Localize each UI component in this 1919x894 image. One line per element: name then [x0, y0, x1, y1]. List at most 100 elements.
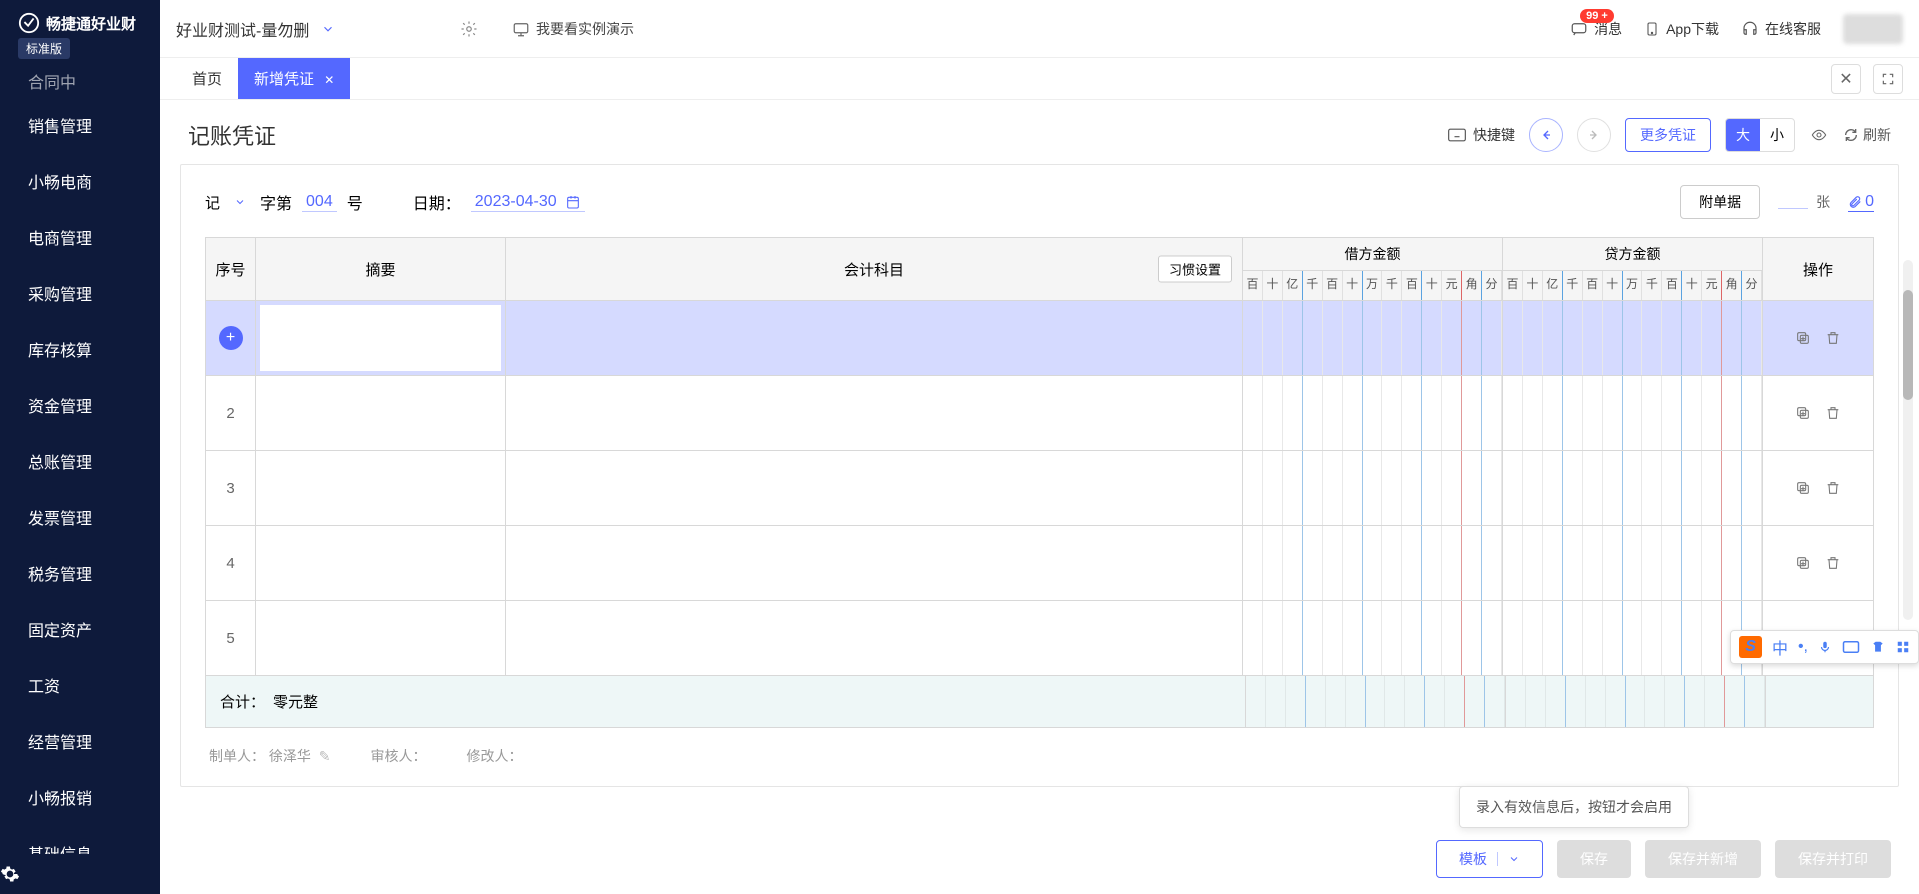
demo-link[interactable]: 我要看实例演示: [512, 19, 634, 39]
sidebar-item[interactable]: 总账管理: [0, 433, 160, 489]
debit-cell[interactable]: [1243, 526, 1503, 600]
habit-settings-button[interactable]: 习惯设置: [1158, 256, 1232, 283]
add-row-button[interactable]: +: [219, 326, 243, 350]
summary-cell[interactable]: [256, 376, 506, 450]
sidebar-item[interactable]: 销售管理: [0, 97, 160, 153]
table-row[interactable]: 5: [206, 600, 1873, 675]
scrollbar[interactable]: [1903, 260, 1913, 620]
sidebar-item[interactable]: 发票管理: [0, 489, 160, 545]
gear-icon: [0, 864, 20, 884]
user-avatar[interactable]: [1843, 14, 1903, 44]
table-header: 序号 摘要 会计科目 习惯设置 借方金额 百十亿千百十万千百十元角分 贷方金额 …: [206, 238, 1873, 300]
account-cell[interactable]: [506, 601, 1243, 675]
summary-cell[interactable]: [256, 301, 506, 375]
app-download-button[interactable]: App下载: [1644, 19, 1719, 39]
workspace-settings[interactable]: [460, 20, 478, 38]
copy-row-icon[interactable]: [1795, 405, 1811, 421]
sidebar-item[interactable]: 基础信息: [0, 825, 160, 854]
summary-cell[interactable]: [256, 526, 506, 600]
sidebar-item[interactable]: 工资: [0, 657, 160, 713]
sidebar-item[interactable]: 库存核算: [0, 321, 160, 377]
debit-cell[interactable]: [1243, 601, 1503, 675]
copy-row-icon[interactable]: [1795, 480, 1811, 496]
tab-close-icon[interactable]: ✕: [324, 73, 334, 87]
summary-input[interactable]: [260, 305, 501, 371]
sidebar-item[interactable]: 经营管理: [0, 713, 160, 769]
next-button[interactable]: [1577, 118, 1611, 152]
ime-mic-icon[interactable]: [1818, 639, 1832, 655]
credit-cell[interactable]: [1503, 451, 1763, 525]
delete-row-icon[interactable]: [1825, 555, 1841, 571]
size-large[interactable]: 大: [1726, 119, 1760, 151]
credit-cell[interactable]: [1503, 301, 1763, 375]
prev-button[interactable]: [1529, 118, 1563, 152]
topbar-right: 99 + 消息 App下载 在线客服: [1570, 14, 1903, 44]
sidebar-item[interactable]: 资金管理: [0, 377, 160, 433]
sidebar-item[interactable]: 税务管理: [0, 545, 160, 601]
tab-new-voucher[interactable]: 新增凭证 ✕: [238, 58, 350, 99]
th-seq: 序号: [206, 238, 256, 300]
workspace-selector[interactable]: 好业财测试-量勿删: [176, 17, 446, 41]
more-vouchers-button[interactable]: 更多凭证: [1625, 118, 1711, 152]
credit-cell[interactable]: [1503, 376, 1763, 450]
sidebar-item[interactable]: 合同中: [0, 65, 160, 97]
ime-punct-icon[interactable]: •,: [1798, 638, 1808, 656]
account-cell[interactable]: [506, 526, 1243, 600]
service-button[interactable]: 在线客服: [1741, 19, 1821, 39]
ime-grid-icon[interactable]: [1896, 640, 1910, 654]
row-seq: 2: [206, 376, 256, 450]
sidebar-settings[interactable]: [0, 854, 160, 894]
ime-toolbar[interactable]: S 中 •,: [1730, 630, 1919, 664]
debit-cell[interactable]: [1243, 451, 1503, 525]
attachment-link[interactable]: 0: [1848, 193, 1874, 212]
table-row[interactable]: 3: [206, 450, 1873, 525]
debit-cell[interactable]: [1243, 376, 1503, 450]
footer-actions: 模板 保存 保存并新增 保存并打印: [1436, 840, 1891, 878]
summary-cell[interactable]: [256, 601, 506, 675]
sheets-input[interactable]: [1778, 195, 1808, 209]
th-account: 会计科目 习惯设置: [506, 238, 1243, 300]
sidebar-item[interactable]: 小畅报销: [0, 769, 160, 825]
size-small[interactable]: 小: [1760, 119, 1794, 151]
template-button[interactable]: 模板: [1436, 840, 1543, 878]
chevron-down-icon[interactable]: [234, 196, 246, 208]
sidebar-item[interactable]: 固定资产: [0, 601, 160, 657]
row-ops: [1763, 301, 1873, 375]
credit-cell[interactable]: [1503, 526, 1763, 600]
scrollbar-thumb[interactable]: [1903, 290, 1913, 400]
delete-row-icon[interactable]: [1825, 405, 1841, 421]
voucher-word[interactable]: 记: [205, 192, 220, 213]
refresh-button[interactable]: 刷新: [1843, 125, 1891, 145]
debit-cell[interactable]: [1243, 301, 1503, 375]
account-cell[interactable]: [506, 376, 1243, 450]
voucher-date[interactable]: 2023-04-30: [471, 193, 585, 212]
delete-row-icon[interactable]: [1825, 480, 1841, 496]
sidebar-item[interactable]: 采购管理: [0, 265, 160, 321]
credit-cell[interactable]: [1503, 601, 1763, 675]
edit-maker-icon[interactable]: ✎: [319, 748, 331, 764]
messages-button[interactable]: 99 + 消息: [1570, 19, 1622, 39]
copy-row-icon[interactable]: [1795, 555, 1811, 571]
attach-doc-button[interactable]: 附单据: [1680, 185, 1760, 219]
maker-info: 制单人： 徐泽华 ✎ 审核人： 修改人：: [205, 728, 1874, 766]
tab-home[interactable]: 首页: [176, 58, 238, 99]
table-row[interactable]: +: [206, 300, 1873, 375]
ime-keyboard-icon[interactable]: [1842, 640, 1860, 654]
table-row[interactable]: 4: [206, 525, 1873, 600]
preview-button[interactable]: [1809, 127, 1829, 143]
shortcut-button[interactable]: 快捷键: [1447, 125, 1515, 145]
account-cell[interactable]: [506, 451, 1243, 525]
ime-shirt-icon[interactable]: [1870, 640, 1886, 654]
sidebar-item[interactable]: 电商管理: [0, 209, 160, 265]
copy-row-icon[interactable]: [1795, 330, 1811, 346]
tabs-bar: 首页 新增凭证 ✕ ✕: [160, 58, 1919, 100]
voucher-number[interactable]: 004: [302, 193, 337, 212]
sidebar-item[interactable]: 小畅电商: [0, 153, 160, 209]
fullscreen-button[interactable]: [1873, 64, 1903, 94]
ime-lang[interactable]: 中: [1772, 635, 1788, 659]
summary-cell[interactable]: [256, 451, 506, 525]
account-cell[interactable]: [506, 301, 1243, 375]
close-tab-button[interactable]: ✕: [1831, 64, 1861, 94]
delete-row-icon[interactable]: [1825, 330, 1841, 346]
table-row[interactable]: 2: [206, 375, 1873, 450]
